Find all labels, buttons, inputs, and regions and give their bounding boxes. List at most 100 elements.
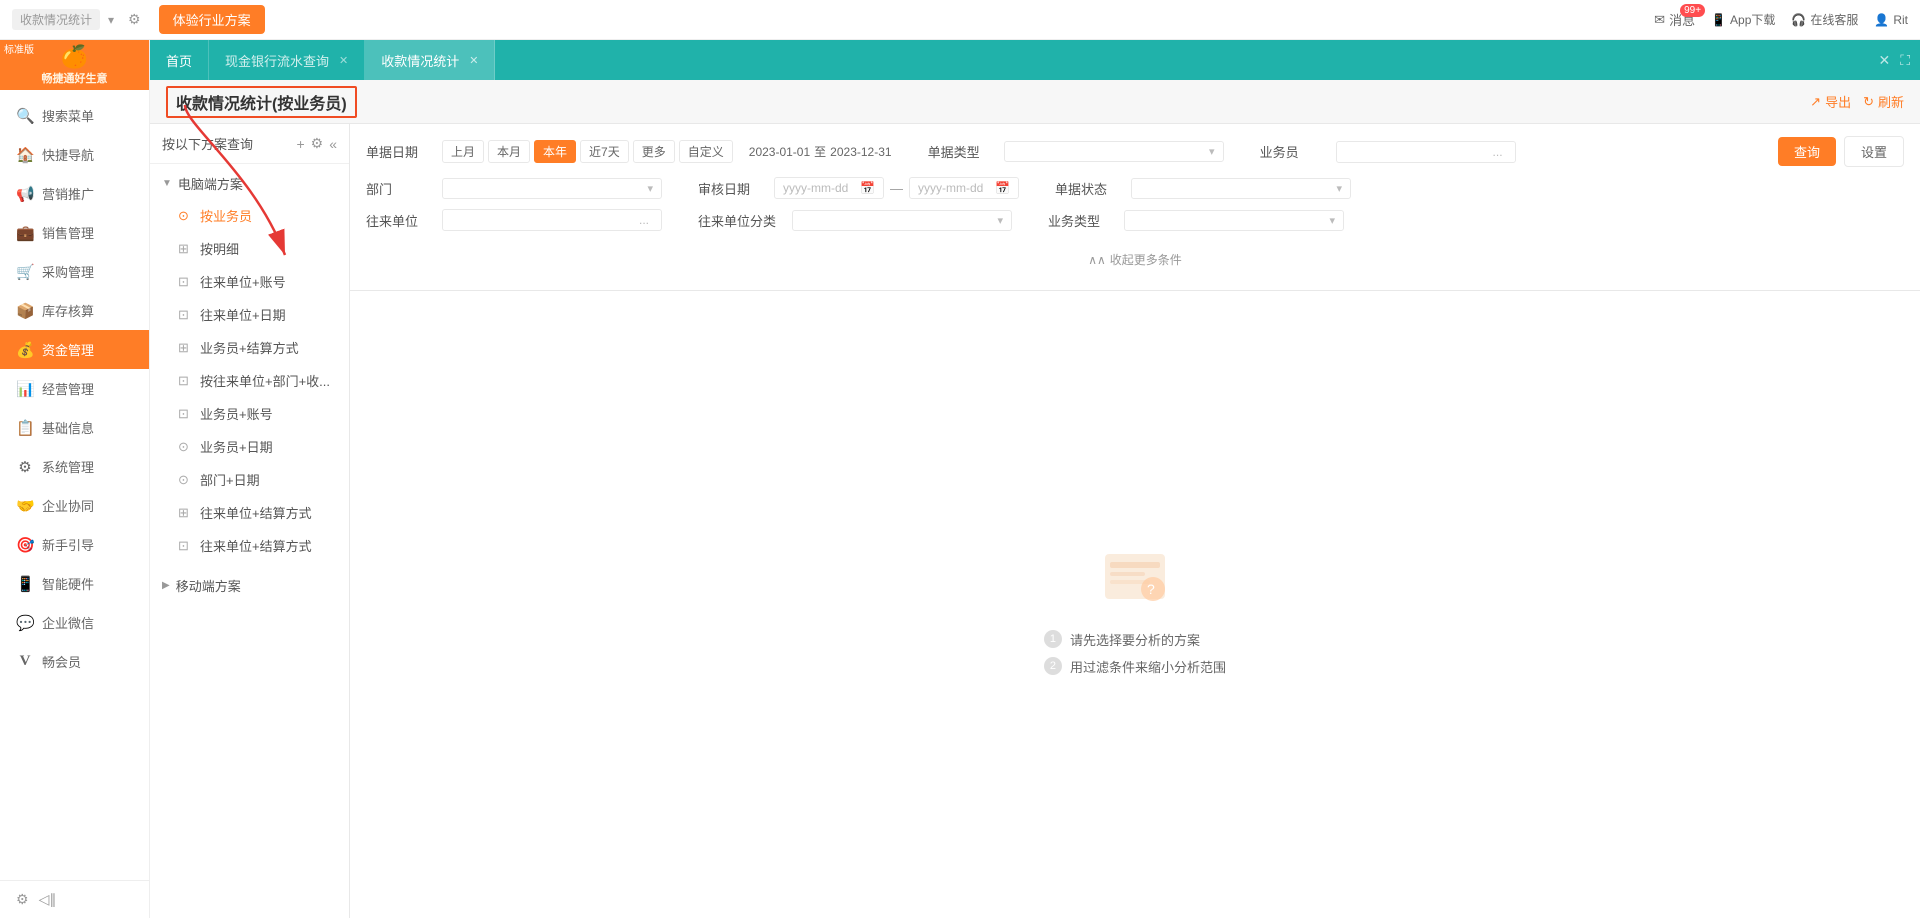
basic-info-label: 基础信息 [42,418,94,437]
audit-start-placeholder: yyyy-mm-dd [783,181,848,195]
add-scheme-icon[interactable]: + [296,136,304,152]
tree-item-unit-settle1[interactable]: ⊞ 往来单位+结算方式 [150,496,349,529]
tree-item-unit-dept-collect[interactable]: ⊡ 按往来单位+部门+收... [150,364,349,397]
member-label: 畅会员 [42,652,81,671]
sidebar-nav: 🔍 搜索菜单 🏠 快捷导航 📢 营销推广 💼 销售管理 🛒 采购管理 📦 [0,90,149,880]
date-dash: — [890,181,903,196]
audit-date-start[interactable]: yyyy-mm-dd 📅 [774,177,884,199]
sidebar-item-system[interactable]: ⚙ 系统管理 [0,447,149,486]
breadcrumb-dropdown[interactable]: ▾ [108,13,114,27]
staff-select[interactable]: ... [1336,141,1516,163]
user-name-area[interactable]: 👤 Rit [1874,13,1908,27]
empty-tip-1: 1 请先选择要分析的方案 [1044,630,1226,649]
partner-label: 往来单位 [366,211,426,230]
settings-button[interactable]: 设置 [1844,136,1904,167]
tab-home[interactable]: 首页 [150,40,209,80]
sidebar-item-operation[interactable]: 📊 经营管理 [0,369,149,408]
audit-date-end[interactable]: yyyy-mm-dd 📅 [909,177,1019,199]
tab-bar-right: ✕ ⛶ [1878,52,1920,69]
window-maximize-btn[interactable]: ⛶ [1900,52,1910,69]
finance-icon: 💰 [16,341,34,359]
collapse-bar[interactable]: ∧∧ 收起更多条件 [366,241,1904,278]
sidebar-item-guide[interactable]: 🎯 新手引导 [0,525,149,564]
unit-settle1-label: 往来单位+结算方式 [200,503,312,522]
partner-category-select[interactable]: ▾ [792,210,1012,231]
tab-receipt-stats[interactable]: 收款情况统计 ✕ [365,40,495,80]
collapse-label: 收起更多条件 [1110,251,1182,268]
tree-item-by-detail[interactable]: ⊞ 按明细 [150,232,349,265]
sidebar-item-enterprise-wechat[interactable]: 💬 企业微信 [0,603,149,642]
tree-item-unit-account[interactable]: ⊡ 往来单位+账号 [150,265,349,298]
unit-settle2-label: 往来单位+结算方式 [200,536,312,555]
sidebar-collapse-icon[interactable]: ◁∥ [39,891,57,908]
biz-type-chevron-icon: ▾ [1329,214,1335,227]
tree-group-mobile-title[interactable]: ▶ 移动端方案 [150,570,349,601]
type-select[interactable]: ▾ [1004,141,1224,162]
sidebar-item-marketing[interactable]: 📢 营销推广 [0,174,149,213]
sidebar-settings-icon[interactable]: ⚙ [16,891,29,908]
breadcrumb-gear-icon[interactable]: ⚙ [128,11,141,28]
date-btn-7days[interactable]: 近7天 [580,140,629,163]
online-service-link[interactable]: 🎧 在线客服 [1791,11,1858,28]
breadcrumb-area: 收款情况统计 ▾ ⚙ 体验行业方案 [12,5,1654,34]
sidebar-item-finance[interactable]: 💰 资金管理 [0,330,149,369]
tree-desktop-arrow: ▼ [162,178,172,189]
logo-icon: 🍊 [61,44,88,70]
sidebar-item-search-menu[interactable]: 🔍 搜索菜单 [0,96,149,135]
sidebar-item-quick-nav[interactable]: 🏠 快捷导航 [0,135,149,174]
message-area[interactable]: ✉ 消息 99+ [1654,10,1695,29]
sidebar-item-purchase[interactable]: 🛒 采购管理 [0,252,149,291]
tree-item-dept-date[interactable]: ⊙ 部门+日期 [150,463,349,496]
panel-collapse-icon[interactable]: « [329,136,337,152]
date-btn-this-month[interactable]: 本月 [488,140,530,163]
enterprise-label: 企业协同 [42,496,94,515]
tree-item-staff-date[interactable]: ⊙ 业务员+日期 [150,430,349,463]
tree-group-desktop-title[interactable]: ▼ 电脑端方案 [150,168,349,199]
tree-mobile-arrow: ▶ [162,580,170,591]
by-staff-label: 按业务员 [200,206,252,225]
body-area: 按以下方案查询 + ⚙ « ▼ 电脑端方案 ⊙ 按业务员 [150,124,1920,918]
tree-item-by-staff[interactable]: ⊙ 按业务员 [150,199,349,232]
partner-select[interactable]: ... [442,209,662,231]
svg-text:?: ? [1147,581,1155,597]
date-btn-custom[interactable]: 自定义 [679,140,733,163]
tab-receipt-stats-close[interactable]: ✕ [469,54,478,67]
sidebar-item-sales[interactable]: 💼 销售管理 [0,213,149,252]
tree-item-staff-settle[interactable]: ⊞ 业务员+结算方式 [150,331,349,364]
date-btn-last-month[interactable]: 上月 [442,140,484,163]
app-download-link[interactable]: 📱 App下载 [1711,11,1775,28]
left-panel: 按以下方案查询 + ⚙ « ▼ 电脑端方案 ⊙ 按业务员 [150,124,350,918]
sidebar: 标准版 🍊 畅捷通好生意 🔍 搜索菜单 🏠 快捷导航 📢 营销推广 💼 销 [0,40,150,918]
tree-item-staff-account[interactable]: ⊡ 业务员+账号 [150,397,349,430]
enterprise-wechat-label: 企业微信 [42,613,94,632]
sidebar-item-member[interactable]: V 畅会员 [0,642,149,681]
left-panel-title: 按以下方案查询 [162,134,290,153]
tab-bank-flow[interactable]: 现金银行流水查询 ✕ [209,40,365,80]
dept-select[interactable]: ▾ [442,178,662,199]
date-btn-more[interactable]: 更多 [633,140,675,163]
sidebar-item-inventory[interactable]: 📦 库存核算 [0,291,149,330]
member-icon: V [16,653,34,670]
tree-item-unit-settle2[interactable]: ⊡ 往来单位+结算方式 [150,529,349,562]
scheme-setting-icon[interactable]: ⚙ [311,135,324,152]
inventory-label: 库存核算 [42,301,94,320]
purchase-icon: 🛒 [16,263,34,281]
sidebar-item-smart-hw[interactable]: 📱 智能硬件 [0,564,149,603]
tab-bank-flow-close[interactable]: ✕ [339,54,348,67]
window-close-btn[interactable]: ✕ [1878,52,1890,69]
export-button[interactable]: ↗ 导出 [1810,92,1851,111]
sidebar-item-basic-info[interactable]: 📋 基础信息 [0,408,149,447]
search-menu-icon: 🔍 [16,107,34,125]
bill-status-select[interactable]: ▾ [1131,178,1351,199]
app-icon: 📱 [1711,13,1726,27]
tree-item-unit-date[interactable]: ⊡ 往来单位+日期 [150,298,349,331]
date-btn-this-year[interactable]: 本年 [534,140,576,163]
refresh-button[interactable]: ↻ 刷新 [1863,92,1904,111]
tree-group-mobile: ▶ 移动端方案 [150,566,349,605]
sidebar-item-enterprise[interactable]: 🤝 企业协同 [0,486,149,525]
biz-type-select[interactable]: ▾ [1124,210,1344,231]
filter-area: 单据日期 上月 本月 本年 近7天 更多 自定义 2023-01-01 [350,124,1920,291]
trial-button[interactable]: 体验行业方案 [159,5,265,34]
guide-label: 新手引导 [42,535,94,554]
query-button[interactable]: 查询 [1778,137,1836,166]
